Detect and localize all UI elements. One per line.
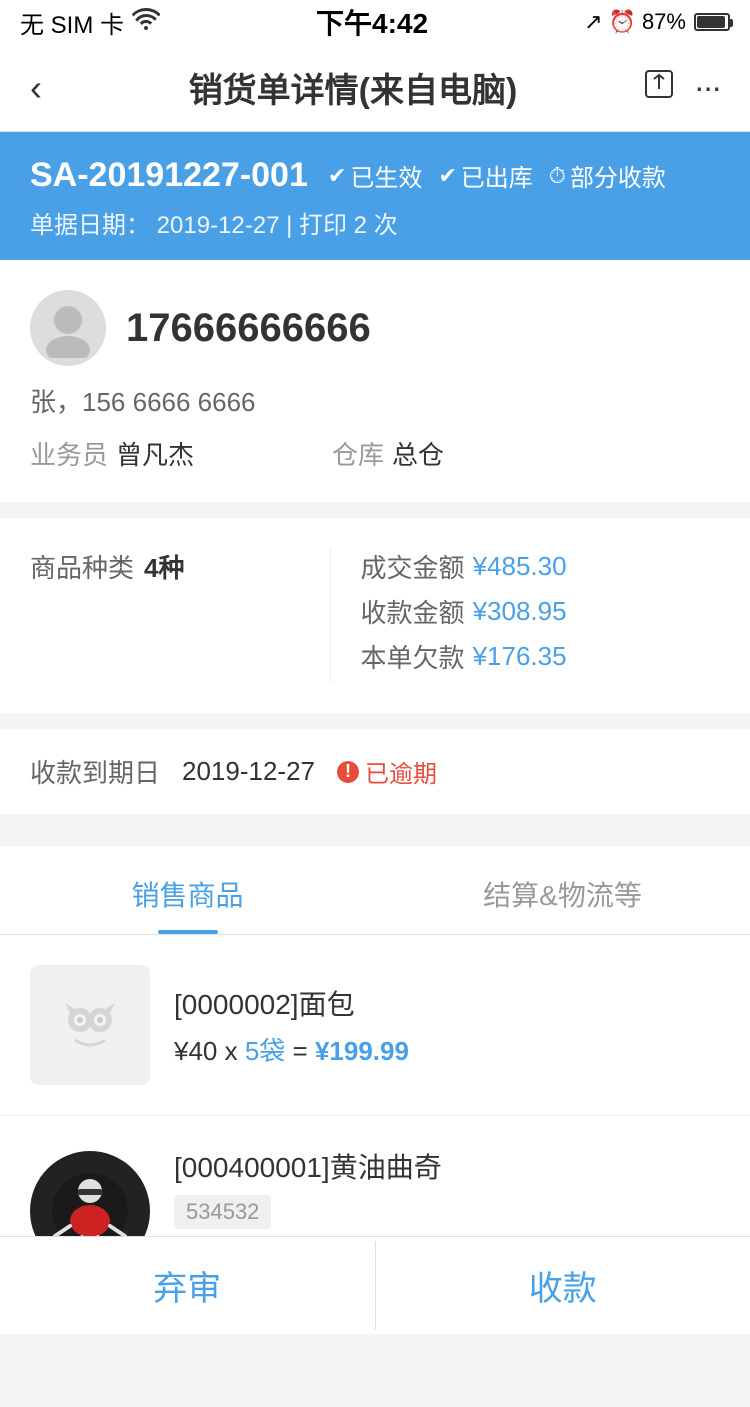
banner-row1: SA-20191227-001 ✔ 已生效 ✔ 已出库 ⏱ 部分收款 xyxy=(30,156,720,195)
price-eq-1: = xyxy=(293,1036,315,1066)
sales-meta: 业务员 曾凡杰 xyxy=(30,435,194,472)
battery-percent: 87% xyxy=(642,9,686,35)
warehouse-label: 仓库 xyxy=(332,435,384,472)
received-value: ¥308.95 xyxy=(473,596,567,627)
product-image-1 xyxy=(30,965,150,1085)
order-banner: SA-20191227-001 ✔ 已生效 ✔ 已出库 ⏱ 部分收款 单据日期：… xyxy=(0,132,750,260)
received-row: 收款金额 ¥308.95 xyxy=(361,593,720,630)
product-name-1: [0000002]面包 xyxy=(174,983,720,1023)
wifi-icon xyxy=(132,8,160,37)
page-title: 销货单详情(来自电脑) xyxy=(62,63,644,112)
product-info-1: [0000002]面包 ¥40 x 5袋 = ¥199.99 xyxy=(174,983,720,1068)
check-icon-1: ✔ xyxy=(328,163,346,189)
table-row: [0000002]面包 ¥40 x 5袋 = ¥199.99 xyxy=(0,935,750,1116)
warehouse-value: 总仓 xyxy=(392,435,444,472)
status-bar: 无 SIM 卡 下午4:42 ↗ ⏰ 87% xyxy=(0,0,750,44)
confirm-button[interactable]: 收款 xyxy=(376,1241,750,1330)
tab-products[interactable]: 销售商品 xyxy=(0,846,375,934)
tabs-bar: 销售商品 结算&物流等 xyxy=(0,846,750,935)
status-time: 下午4:42 xyxy=(316,2,428,42)
due-date-value: 2019-12-27 xyxy=(182,756,315,787)
carrier-text: 无 SIM 卡 xyxy=(20,5,124,40)
banner-date-row: 单据日期： 2019-12-27 | 打印 2 次 xyxy=(30,205,720,240)
product-name-2: [000400001]黄油曲奇 xyxy=(174,1146,720,1186)
battery-icon xyxy=(694,13,730,31)
owed-value: ¥176.35 xyxy=(473,641,567,672)
badge-active: ✔ 已生效 xyxy=(328,158,422,193)
overdue-badge: ! 已逾期 xyxy=(337,754,437,789)
deal-row: 成交金额 ¥485.30 xyxy=(361,548,720,585)
due-label: 收款到期日 xyxy=(30,753,160,790)
badge-partial: ⏱ 部分收款 xyxy=(549,158,666,193)
banner-badges: ✔ 已生效 ✔ 已出库 ⏱ 部分收款 xyxy=(328,158,666,193)
customer-top: 17666666666 xyxy=(30,290,720,366)
cancel-button[interactable]: 弃审 xyxy=(0,1241,376,1330)
bottom-bar: 弃审 收款 xyxy=(0,1236,750,1334)
avatar xyxy=(30,290,106,366)
alarm-icon: ⏰ xyxy=(609,9,636,35)
badge-shipped: ✔ 已出库 xyxy=(438,158,532,193)
check-icon-2: ✔ xyxy=(438,163,456,189)
nav-actions: ··· xyxy=(644,69,720,107)
warehouse-meta: 仓库 总仓 xyxy=(332,435,444,472)
date-label: 单据日期： xyxy=(30,212,150,239)
status-right: ↗ ⏰ 87% xyxy=(584,9,730,35)
clock-icon: ⏱ xyxy=(549,163,566,189)
due-date-card: 收款到期日 2019-12-27 ! 已逾期 xyxy=(0,729,750,814)
sales-label: 业务员 xyxy=(30,435,108,472)
deal-label: 成交金额 xyxy=(361,548,465,585)
sales-value: 曾凡杰 xyxy=(116,435,194,472)
product-tag-2: 534532 xyxy=(174,1195,271,1229)
overdue-icon: ! xyxy=(337,761,359,783)
price-qty-1: 5袋 xyxy=(245,1036,285,1066)
order-id: SA-20191227-001 xyxy=(30,156,308,195)
type-label: 商品种类 xyxy=(30,548,134,585)
price-total-1: ¥199.99 xyxy=(315,1036,409,1066)
product-type-row: 商品种类 4种 xyxy=(30,548,330,585)
type-value: 4种 xyxy=(144,548,184,585)
customer-card: 17666666666 张，156 6666 6666 业务员 曾凡杰 仓库 总… xyxy=(0,260,750,502)
customer-sub: 张，156 6666 6666 xyxy=(30,382,720,419)
status-left: 无 SIM 卡 xyxy=(20,5,160,40)
deal-value: ¥485.30 xyxy=(473,551,567,582)
back-button[interactable]: ‹ xyxy=(30,67,62,109)
order-date: 2019-12-27 xyxy=(157,212,280,239)
customer-meta: 业务员 曾凡杰 仓库 总仓 xyxy=(30,435,720,472)
received-label: 收款金额 xyxy=(361,593,465,630)
tab-settlement[interactable]: 结算&物流等 xyxy=(375,846,750,934)
product-price-1: ¥40 x 5袋 = ¥199.99 xyxy=(174,1031,720,1068)
stats-left: 商品种类 4种 xyxy=(30,548,331,683)
more-button[interactable]: ··· xyxy=(694,69,720,106)
owed-row: 本单欠款 ¥176.35 xyxy=(361,638,720,675)
print-info: | 打印 2 次 xyxy=(286,212,398,239)
location-icon: ↗ xyxy=(584,9,602,35)
divider xyxy=(0,814,750,830)
stats-card: 商品种类 4种 成交金额 ¥485.30 收款金额 ¥308.95 本单欠款 ¥… xyxy=(0,518,750,713)
stats-right: 成交金额 ¥485.30 收款金额 ¥308.95 本单欠款 ¥176.35 xyxy=(331,548,720,683)
share-button[interactable] xyxy=(644,69,674,107)
price-base-1: ¥40 x xyxy=(174,1036,245,1066)
nav-bar: ‹ 销货单详情(来自电脑) ··· xyxy=(0,44,750,132)
overdue-label: 已逾期 xyxy=(365,754,437,789)
owed-label: 本单欠款 xyxy=(361,638,465,675)
customer-name: 17666666666 xyxy=(126,306,371,351)
